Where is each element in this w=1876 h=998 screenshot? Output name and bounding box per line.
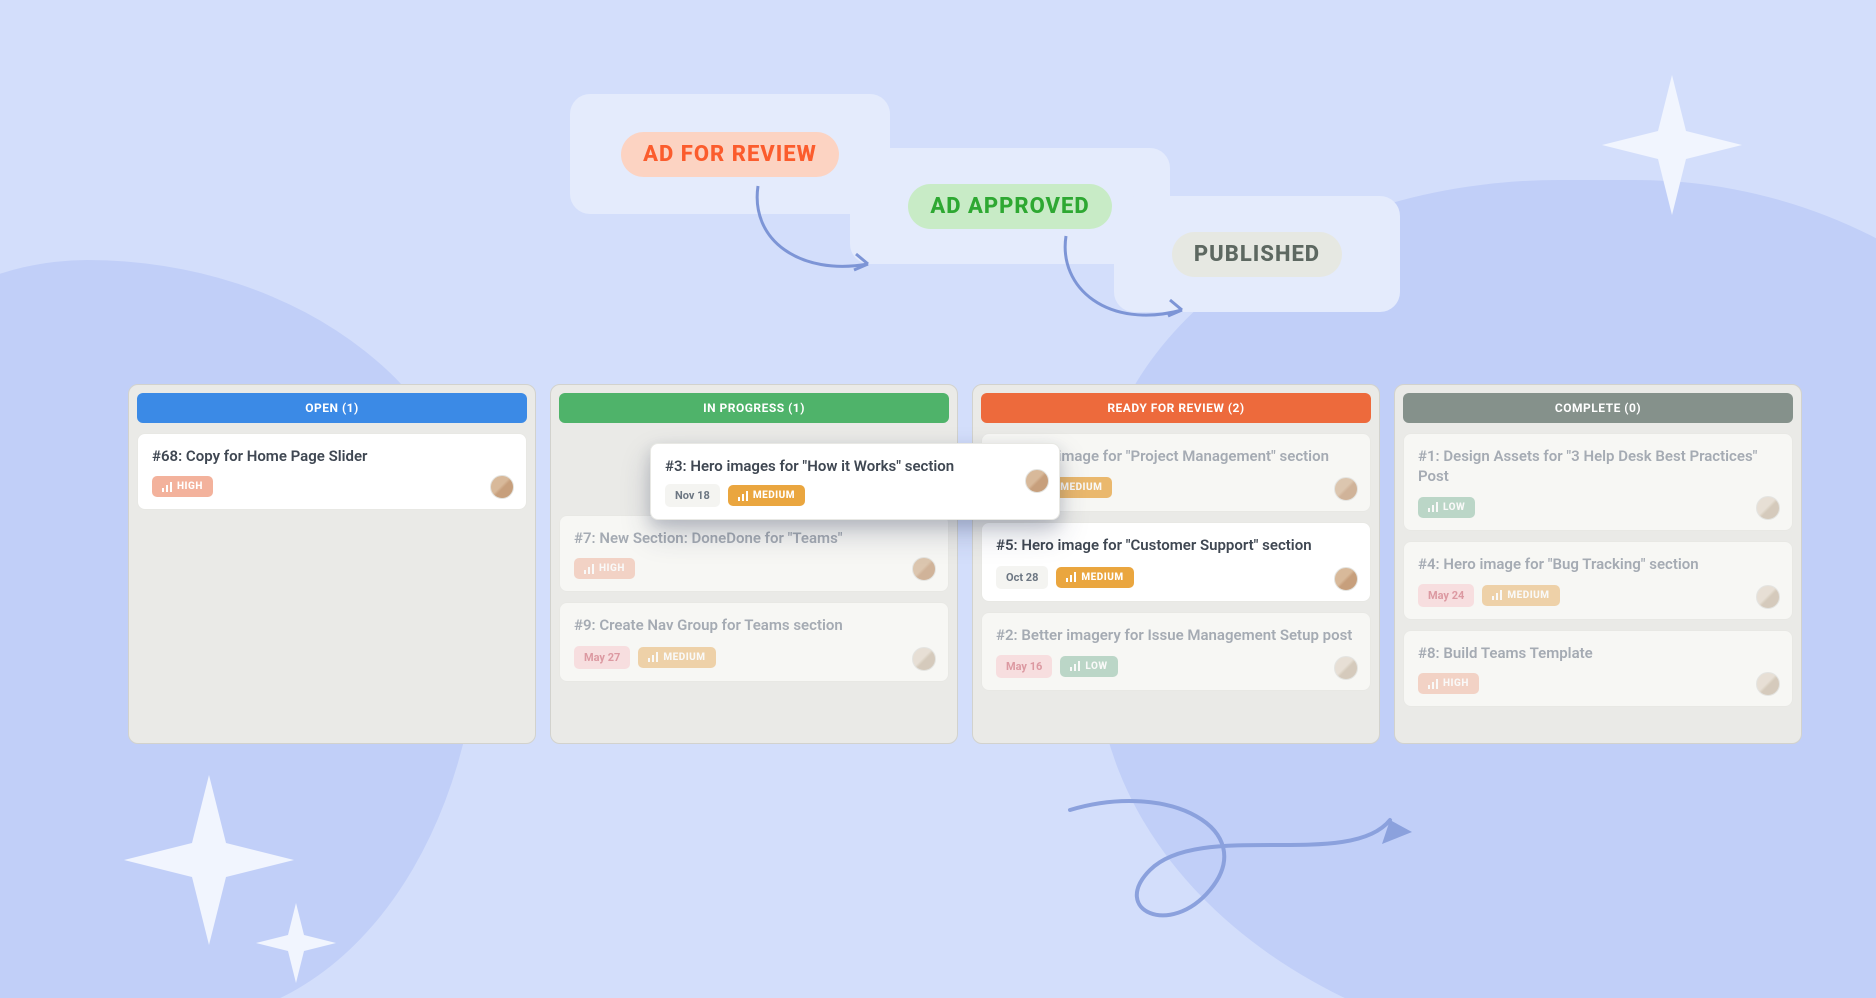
column-title: IN PROGRESS (1) <box>703 401 805 415</box>
dragging-card[interactable]: #3: Hero images for "How it Works" secti… <box>650 443 1060 520</box>
card-title: #5: Hero image for "Customer Support" se… <box>996 535 1356 555</box>
sparkle-icon <box>1602 70 1742 220</box>
priority-tag-high: HIGH <box>574 558 635 579</box>
card-title: #9: Create Nav Group for Teams section <box>574 615 934 635</box>
column-header: IN PROGRESS (1) <box>559 393 949 423</box>
kanban-board: OPEN (1) #68: Copy for Home Page Slider … <box>128 384 1802 744</box>
column-ready-for-review[interactable]: READY FOR REVIEW (2) #6: Hero image for … <box>972 384 1380 744</box>
priority-tag-medium: MEDIUM <box>638 647 715 668</box>
column-open[interactable]: OPEN (1) #68: Copy for Home Page Slider … <box>128 384 536 744</box>
column-header: OPEN (1) <box>137 393 527 423</box>
bars-icon <box>1428 679 1438 689</box>
card-title: #4: Hero image for "Bug Tracking" sectio… <box>1418 554 1778 574</box>
task-card[interactable]: #5: Hero image for "Customer Support" se… <box>981 522 1371 601</box>
priority-tag-low: LOW <box>1418 497 1475 518</box>
arrow-icon <box>740 180 890 290</box>
column-header: COMPLETE (0) <box>1403 393 1793 423</box>
priority-tag-high: HIGH <box>152 476 213 497</box>
column-header: READY FOR REVIEW (2) <box>981 393 1371 423</box>
task-card[interactable]: #1: Design Assets for "3 Help Desk Best … <box>1403 433 1793 531</box>
avatar[interactable] <box>1334 656 1358 680</box>
column-in-progress[interactable]: IN PROGRESS (1) #7: New Section: DoneDon… <box>550 384 958 744</box>
avatar[interactable] <box>1756 585 1780 609</box>
task-card[interactable]: #7: New Section: DoneDone for "Teams" HI… <box>559 515 949 592</box>
priority-tag-medium: MEDIUM <box>1482 585 1559 606</box>
priority-tag-high: HIGH <box>1418 673 1479 694</box>
column-title: OPEN (1) <box>305 401 359 415</box>
task-card[interactable]: #68: Copy for Home Page Slider HIGH <box>137 433 527 510</box>
column-complete[interactable]: COMPLETE (0) #1: Design Assets for "3 He… <box>1394 384 1802 744</box>
bars-icon <box>648 652 658 662</box>
priority-tag-low: LOW <box>1060 656 1117 677</box>
task-card[interactable]: #4: Hero image for "Bug Tracking" sectio… <box>1403 541 1793 620</box>
bars-icon <box>1492 590 1502 600</box>
avatar[interactable] <box>1025 469 1049 493</box>
date-tag: Nov 18 <box>665 484 720 507</box>
task-card[interactable]: #8: Build Teams Template HIGH <box>1403 630 1793 707</box>
avatar[interactable] <box>912 647 936 671</box>
stage: AD FOR REVIEW AD APPROVED PUBLISHED OPEN… <box>0 0 1876 998</box>
task-card[interactable]: #2: Better imagery for Issue Management … <box>981 612 1371 691</box>
priority-tag-medium: MEDIUM <box>728 485 805 506</box>
avatar[interactable] <box>1334 567 1358 591</box>
avatar[interactable] <box>1756 672 1780 696</box>
date-tag: May 24 <box>1418 584 1474 607</box>
bars-icon <box>584 564 594 574</box>
task-card[interactable]: #9: Create Nav Group for Teams section M… <box>559 602 949 681</box>
avatar[interactable] <box>1756 496 1780 520</box>
bars-icon <box>1070 661 1080 671</box>
card-title: #68: Copy for Home Page Slider <box>152 446 512 466</box>
arrow-icon <box>1052 230 1202 340</box>
bars-icon <box>1066 572 1076 582</box>
card-title: #3: Hero images for "How it Works" secti… <box>665 456 1045 476</box>
column-title: READY FOR REVIEW (2) <box>1107 401 1244 415</box>
priority-tag-medium: MEDIUM <box>1056 567 1133 588</box>
date-tag: Oct 28 <box>996 566 1048 589</box>
card-title: #7: New Section: DoneDone for "Teams" <box>574 528 934 548</box>
doodle-arrow-icon <box>1050 780 1430 990</box>
status-pill: AD APPROVED <box>908 184 1111 229</box>
column-title: COMPLETE (0) <box>1555 401 1641 415</box>
card-title: #8: Build Teams Template <box>1418 643 1778 663</box>
bars-icon <box>162 482 172 492</box>
status-pill: AD FOR REVIEW <box>621 132 839 177</box>
date-tag: May 27 <box>574 646 630 669</box>
sparkle-icon <box>256 900 336 986</box>
card-title: #2: Better imagery for Issue Management … <box>996 625 1356 645</box>
bars-icon <box>738 491 748 501</box>
date-tag: May 16 <box>996 655 1052 678</box>
card-title: #1: Design Assets for "3 Help Desk Best … <box>1418 446 1778 487</box>
bars-icon <box>1428 502 1438 512</box>
